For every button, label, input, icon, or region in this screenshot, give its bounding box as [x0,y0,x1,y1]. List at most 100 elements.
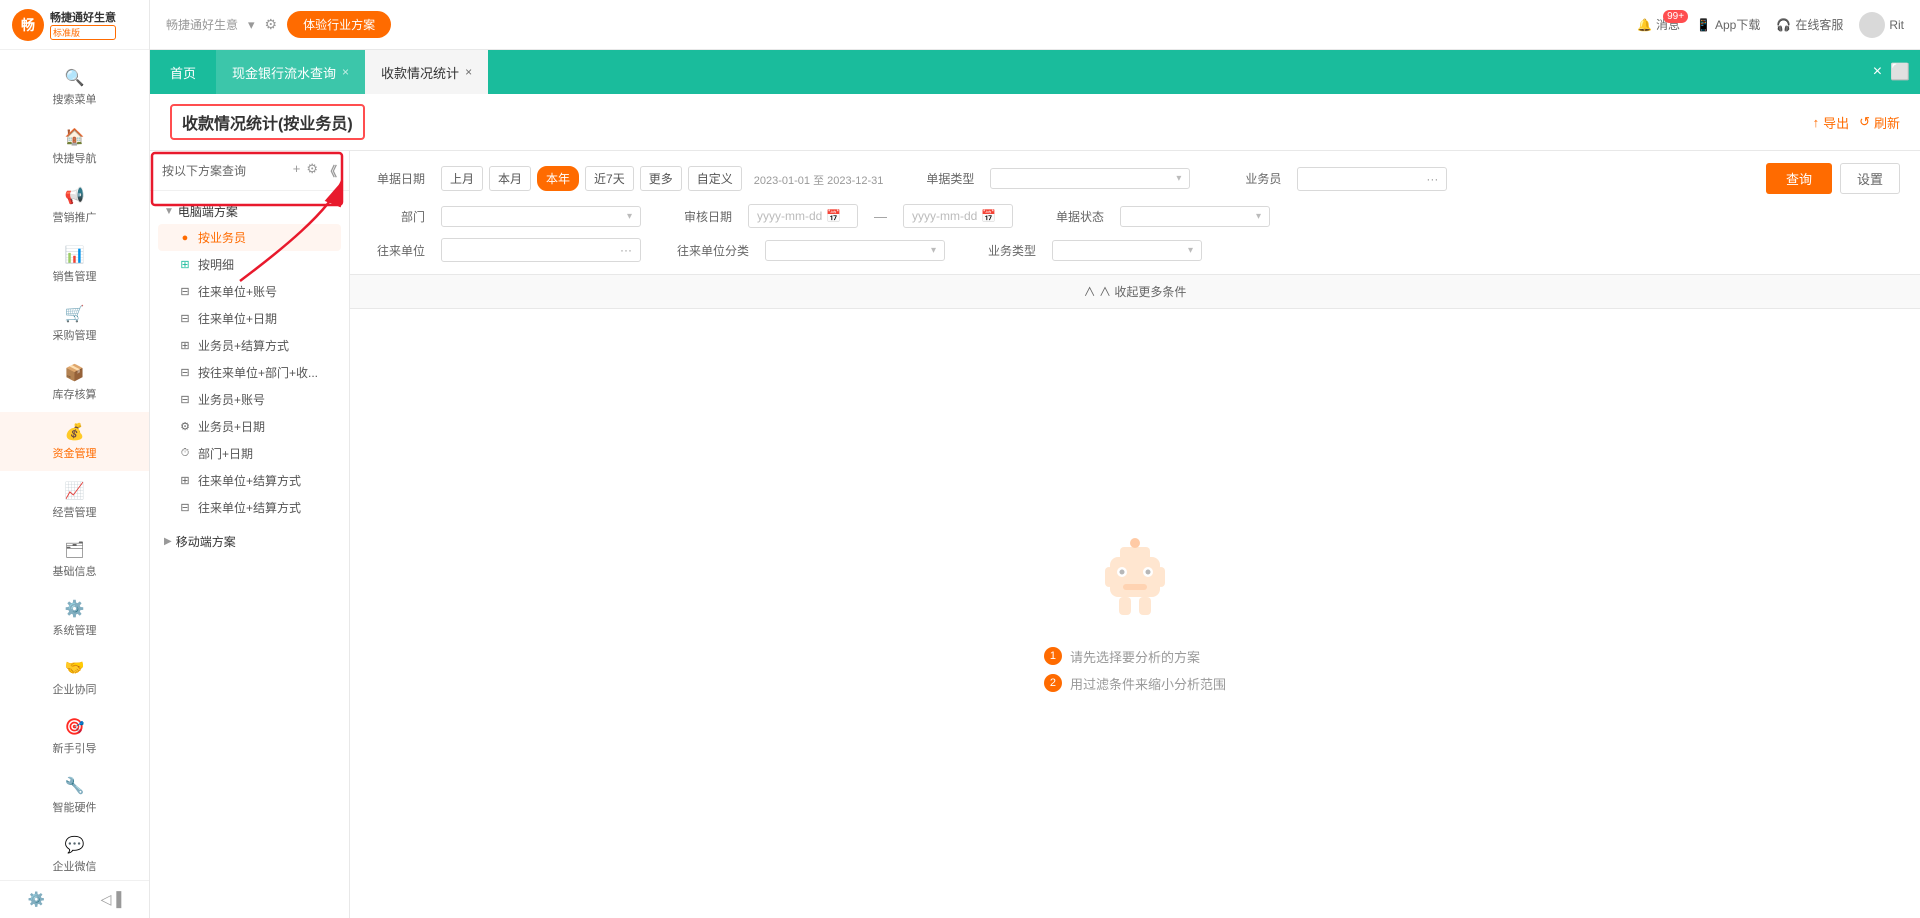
salesperson-account-icon: ⊟ [178,393,192,407]
add-scheme-icon[interactable]: + [293,161,301,180]
scheme-item-by-salesperson[interactable]: ● 按业务员 [158,224,341,251]
date-range-text: 2023-01-01 至 2023-12-31 [754,172,884,188]
salesperson-settlement-icon: ⊞ [178,339,192,353]
scheme-item-by-detail[interactable]: ⊞ 按明细 [158,251,341,278]
partner-account-icon: ⊟ [178,285,192,299]
scheme-item-salesperson-settlement[interactable]: ⊞ 业务员+结算方式 [158,332,341,359]
dept-select[interactable]: ▾ [441,206,641,227]
scheme-item-dept-date[interactable]: ⏱ 部门+日期 [158,440,341,467]
filter-area: 单据日期 上月 本月 本年 近7天 更多 自定义 2023-01-01 至 20… [350,151,1920,275]
message-button[interactable]: 🔔 消息 99+ [1637,16,1680,33]
review-date-to[interactable]: yyyy-mm-dd 📅 [903,204,1013,228]
refresh-button[interactable]: ↺ 刷新 [1859,113,1900,132]
inventory-icon: 📦 [65,363,85,383]
salesperson-date-icon: ⚙ [178,420,192,434]
tab-bank-flow[interactable]: 现金银行流水查询 × [216,50,365,94]
sidebar-item-marketing[interactable]: 📢 营销推广 [0,176,149,235]
left-panel: 按以下方案查询 + ⚙ 《 ▼ 电脑端方案 ● [150,151,350,918]
tab-collection-stats[interactable]: 收款情况统计 × [365,50,488,94]
sidebar-item-search-menu[interactable]: 🔍 搜索菜单 [0,58,149,117]
sidebar-label-operations: 经营管理 [53,504,97,520]
hint-num-1: 1 [1044,647,1062,665]
doc-type-select[interactable]: ▾ [990,168,1190,189]
bell-icon: 🔔 [1637,18,1652,32]
collapse-panel-icon[interactable]: 《 [324,161,337,180]
dept-date-icon: ⏱ [178,447,192,461]
scheme-item-label: 按往来单位+部门+收... [198,364,318,381]
date-btn-more[interactable]: 更多 [640,166,682,191]
purchase-icon: 🛒 [65,304,85,324]
tab-bank-flow-close[interactable]: × [342,65,349,79]
result-area: 1 请先选择要分析的方案 2 用过滤条件来缩小分析范围 [350,309,1920,918]
date-btn-custom[interactable]: 自定义 [688,166,742,191]
sidebar-item-hardware[interactable]: 🔧 智能硬件 [0,766,149,825]
sidebar-item-guide[interactable]: 🎯 新手引导 [0,707,149,766]
sidebar-label-purchase: 采购管理 [53,327,97,343]
scheme-item-label: 往来单位+结算方式 [198,499,301,516]
collapse-sidebar-icon[interactable]: ◁▐ [101,891,122,908]
export-button[interactable]: ↑ 导出 [1813,113,1850,132]
right-panel: 单据日期 上月 本月 本年 近7天 更多 自定义 2023-01-01 至 20… [350,151,1920,918]
online-service-button[interactable]: 🎧 在线客服 [1776,16,1843,33]
top-header: 畅捷通好生意 ▾ ⚙ 体验行业方案 🔔 消息 99+ 📱 App下载 🎧 在线客… [150,0,1920,50]
date-btn-this-month[interactable]: 本月 [489,166,531,191]
sidebar-item-basic-info[interactable]: 🗂 基础信息 [0,530,149,589]
date-btn-this-year[interactable]: 本年 [537,166,579,191]
header-settings-icon[interactable]: ⚙ [265,16,278,33]
partner-category-select[interactable]: ▾ [765,240,945,261]
salesperson-select[interactable]: ··· [1297,167,1447,191]
doc-status-select[interactable]: ▾ [1120,206,1270,227]
date-btn-7days[interactable]: 近7天 [585,166,634,191]
scheme-item-partner-settlement1[interactable]: ⊞ 往来单位+结算方式 [158,467,341,494]
collapse-bar[interactable]: ∧ ∧ 收起更多条件 [350,275,1920,309]
sidebar-item-collab[interactable]: 🤝 企业协同 [0,648,149,707]
scheme-item-partner-date[interactable]: ⊟ 往来单位+日期 [158,305,341,332]
maximize-window-icon[interactable]: ⬜ [1890,62,1910,82]
page-title: 收款情况统计(按业务员) [182,116,353,133]
close-window-icon[interactable]: × [1873,63,1882,81]
hint-item-2: 2 用过滤条件来缩小分析范围 [1044,674,1226,693]
trial-button[interactable]: 体验行业方案 [287,11,391,38]
scheme-item-salesperson-date[interactable]: ⚙ 业务员+日期 [158,413,341,440]
scheme-item-salesperson-account[interactable]: ⊟ 业务员+账号 [158,386,341,413]
partner-date-icon: ⊟ [178,312,192,326]
page-title-box: 收款情况统计(按业务员) [170,104,365,140]
sidebar-item-inventory[interactable]: 📦 库存核算 [0,353,149,412]
tab-collection-stats-close[interactable]: × [465,65,472,79]
salesperson-more-icon[interactable]: ··· [1426,172,1438,186]
page-header: 收款情况统计(按业务员) ↑ 导出 ↺ 刷新 [150,94,1920,151]
scheme-item-partner-settlement2[interactable]: ⊟ 往来单位+结算方式 [158,494,341,521]
breadcrumb-dropdown-icon[interactable]: ▾ [248,17,255,33]
date-btn-last-month[interactable]: 上月 [441,166,483,191]
partner-select[interactable]: ··· [441,238,641,262]
partner-more-icon[interactable]: ··· [620,243,632,257]
query-button[interactable]: 查询 [1766,163,1832,194]
breadcrumb: 畅捷通好生意 [166,16,238,33]
quick-nav-icon: 🏠 [65,127,85,147]
sidebar-item-wechat[interactable]: 💬 企业微信 [0,825,149,880]
result-placeholder: 1 请先选择要分析的方案 2 用过滤条件来缩小分析范围 [1044,527,1226,701]
scheme-settings-icon[interactable]: ⚙ [306,161,318,180]
scheme-item-partner-dept-collect[interactable]: ⊟ 按往来单位+部门+收... [158,359,341,386]
app-download-button[interactable]: 📱 App下载 [1696,16,1760,33]
scheme-item-partner-account[interactable]: ⊟ 往来单位+账号 [158,278,341,305]
business-type-select[interactable]: ▾ [1052,240,1202,261]
user-avatar[interactable]: Rit [1859,12,1904,38]
sidebar-item-sales[interactable]: 📊 销售管理 [0,235,149,294]
scheme-group-desktop-header[interactable]: ▼ 电脑端方案 [158,199,341,224]
settings-button[interactable]: 设置 [1840,163,1900,194]
content-body: 按以下方案查询 + ⚙ 《 ▼ 电脑端方案 ● [150,151,1920,918]
scheme-group-mobile-header[interactable]: ▶ 移动端方案 [158,529,341,554]
partner-category-chevron-icon: ▾ [931,245,936,256]
tab-home[interactable]: 首页 [150,50,216,94]
sidebar-item-system[interactable]: ⚙️ 系统管理 [0,589,149,648]
sidebar-item-finance[interactable]: 💰 资金管理 [0,412,149,471]
sidebar-item-purchase[interactable]: 🛒 采购管理 [0,294,149,353]
partner-dept-collect-icon: ⊟ [178,366,192,380]
review-date-from[interactable]: yyyy-mm-dd 📅 [748,204,858,228]
sidebar-item-operations[interactable]: 📈 经营管理 [0,471,149,530]
sidebar-item-quick-nav[interactable]: 🏠 快捷导航 [0,117,149,176]
chevron-down-icon: ▼ [164,206,174,217]
filter-actions: 查询 设置 [1766,163,1900,194]
settings-footer-icon[interactable]: ⚙️ [28,891,45,908]
